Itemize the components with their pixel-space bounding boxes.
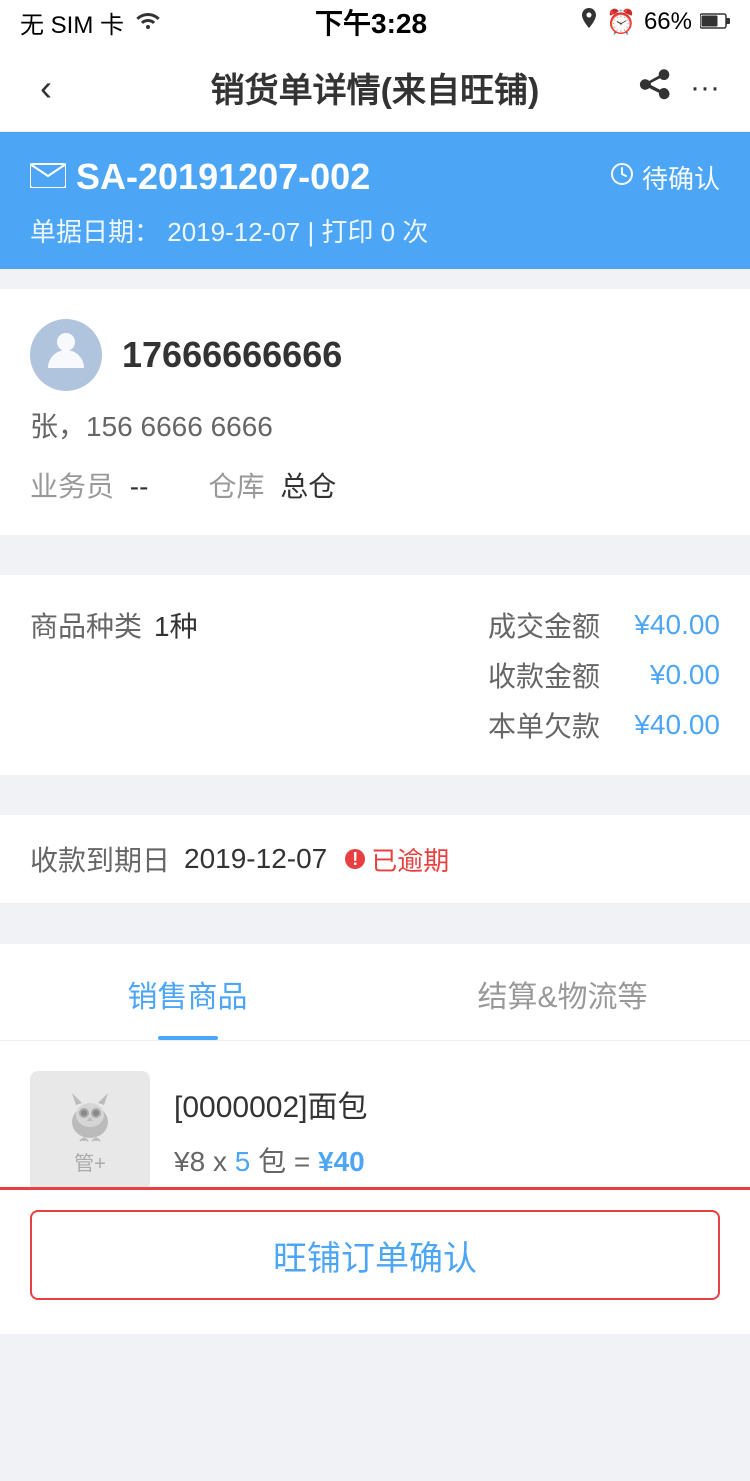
avatar	[30, 319, 102, 391]
amount-owed: 本单欠款 ¥40.00	[488, 705, 720, 745]
summary-section: 商品种类 1种 成交金额 ¥40.00 收款金额 ¥0.00 本单欠款 ¥40.…	[0, 575, 750, 775]
customer-meta: 业务员 -- 仓库 总仓	[30, 465, 720, 505]
status-bar: 无 SIM 卡 下午3:28 ⏰ 66%	[0, 0, 750, 44]
amount-deal: 成交金额 ¥40.00	[488, 605, 720, 645]
bottom-bar: 旺铺订单确认	[0, 1187, 750, 1334]
alarm-icon: ⏰	[606, 8, 636, 37]
tabs-header: 销售商品 结算&物流等	[0, 944, 750, 1041]
product-info: [0000002]面包 ¥8 x 5 包 = ¥40	[174, 1082, 720, 1180]
order-icon	[30, 159, 66, 196]
nav-actions: ···	[638, 68, 720, 108]
product-thumbnail: 管+	[30, 1071, 150, 1191]
due-section: 收款到期日 2019-12-07 ! 已逾期	[0, 815, 750, 904]
divider-2	[0, 775, 750, 795]
order-id: SA-20191207-002	[30, 156, 370, 198]
status-bar-right: ⏰ 66%	[580, 8, 730, 37]
sales-meta: 业务员 --	[30, 465, 148, 505]
tab-settlement[interactable]: 结算&物流等	[375, 944, 750, 1040]
amounts: 成交金额 ¥40.00 收款金额 ¥0.00 本单欠款 ¥40.00	[488, 605, 720, 745]
order-header: SA-20191207-002 待确认 单据日期： 2019-12-07 | 打…	[0, 132, 750, 269]
status-bar-left: 无 SIM 卡	[20, 5, 162, 40]
person-icon	[44, 328, 88, 383]
sim-status: 无 SIM 卡	[20, 5, 124, 40]
share-icon[interactable]	[638, 68, 670, 108]
logo-plus: 管+	[74, 1147, 106, 1176]
divider-1	[0, 535, 750, 555]
more-icon[interactable]: ···	[690, 71, 720, 105]
wifi-icon	[134, 8, 162, 36]
customer-section: 17666666666 张，156 6666 6666 业务员 -- 仓库 总仓	[0, 289, 750, 535]
overdue-dot-icon: !	[345, 849, 365, 869]
battery-level: 66%	[644, 8, 692, 36]
overdue-text: 已逾期	[371, 841, 449, 878]
customer-phone: 17666666666	[122, 334, 342, 376]
clock-icon	[610, 162, 634, 193]
back-button[interactable]: ‹	[30, 57, 62, 119]
divider-3	[0, 904, 750, 924]
product-name: [0000002]面包	[174, 1082, 720, 1126]
tab-products[interactable]: 销售商品	[0, 944, 375, 1040]
product-price: ¥8 x 5 包 = ¥40	[174, 1140, 720, 1180]
owl-icon	[60, 1087, 120, 1151]
status-bar-time: 下午3:28	[315, 2, 427, 42]
nav-bar: ‹ 销货单详情(来自旺铺) ···	[0, 44, 750, 132]
location-icon	[580, 8, 598, 37]
amount-received: 收款金额 ¥0.00	[488, 655, 720, 695]
tabs-section: 销售商品 结算&物流等	[0, 944, 750, 1221]
order-date: 单据日期： 2019-12-07 | 打印 0 次	[30, 212, 720, 249]
status-badge: 待确认	[610, 159, 720, 196]
page-title: 销货单详情(来自旺铺)	[211, 63, 540, 112]
customer-name: 张，156 6666 6666	[30, 405, 720, 445]
product-count: 商品种类 1种	[30, 605, 198, 645]
confirm-order-button[interactable]: 旺铺订单确认	[30, 1210, 720, 1300]
overdue-badge: ! 已逾期	[345, 841, 449, 878]
warehouse-meta: 仓库 总仓	[208, 465, 336, 505]
battery-icon	[700, 8, 730, 36]
